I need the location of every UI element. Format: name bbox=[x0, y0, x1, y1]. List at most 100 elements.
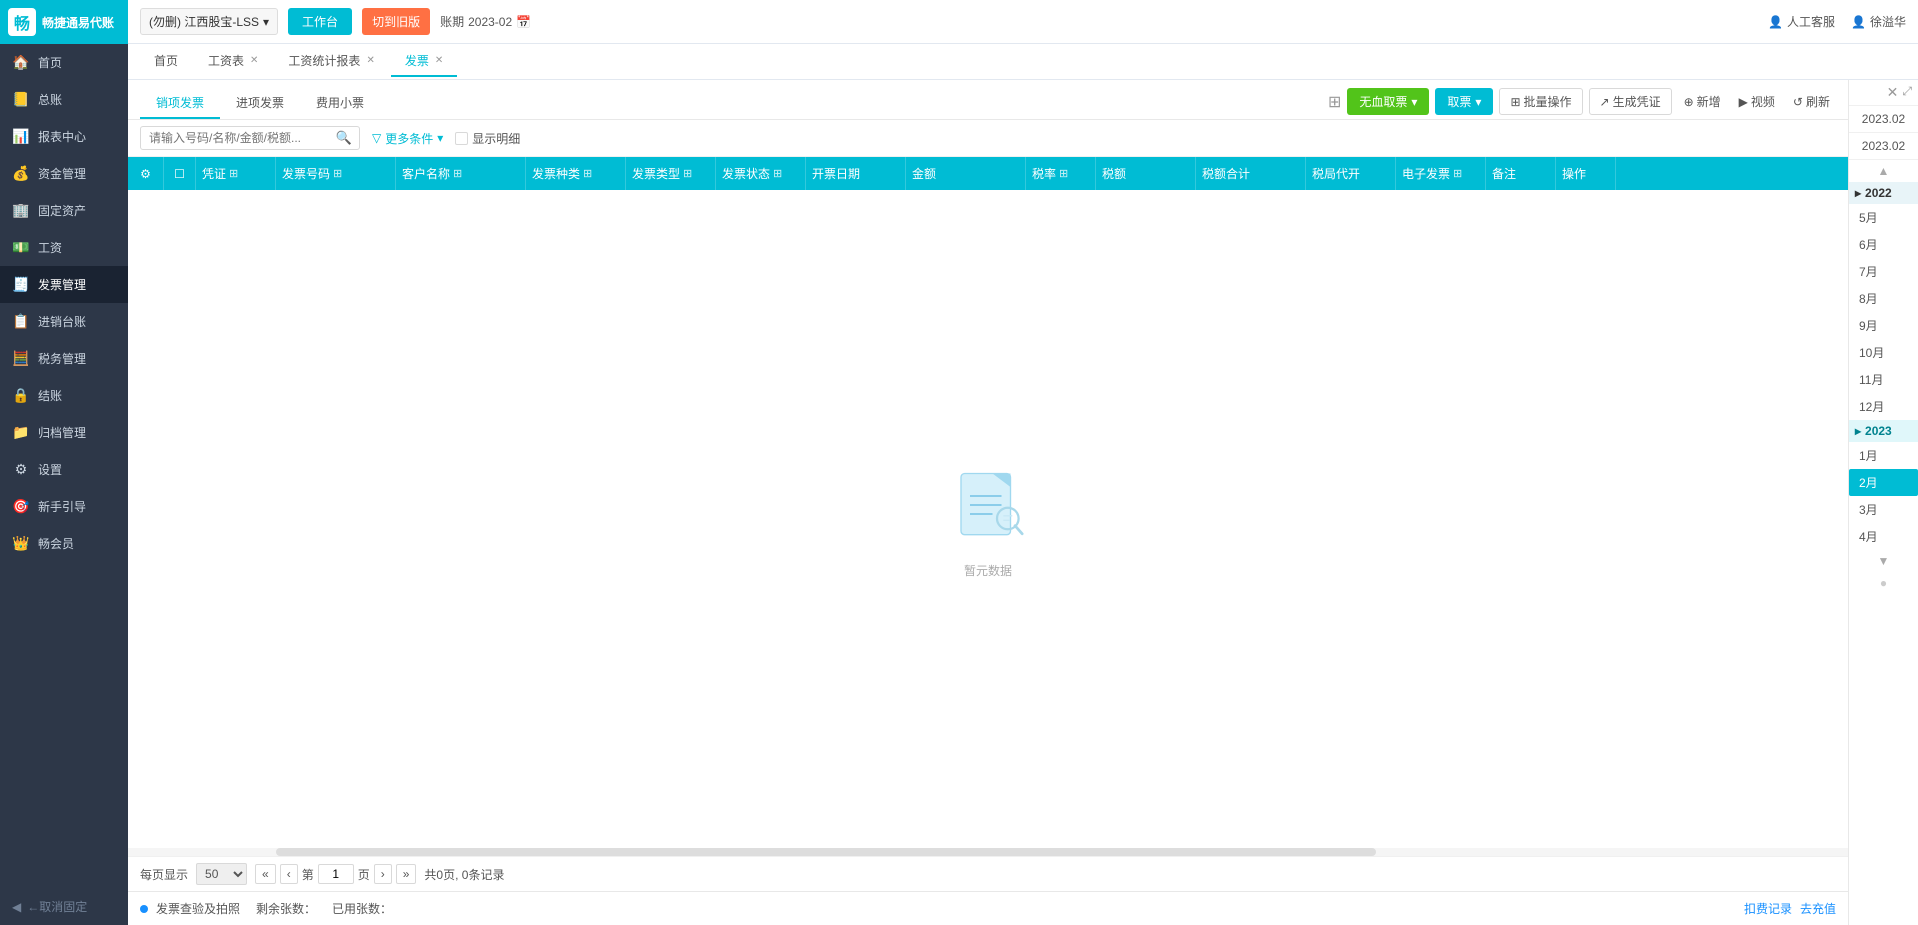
invoice-panel: 销项发票 进项发票 费用小票 ⊞ 无血取票 ▾ 取票 bbox=[128, 80, 1848, 925]
tab-close-3[interactable]: ✕ bbox=[435, 55, 443, 66]
month-2022-10月[interactable]: 10月 bbox=[1849, 339, 1918, 366]
prev-page-btn[interactable]: ‹ bbox=[280, 864, 298, 884]
date-down-btn[interactable]: ▼ bbox=[1849, 550, 1918, 572]
last-page-btn[interactable]: » bbox=[396, 864, 417, 884]
month-1[interactable]: 1月 bbox=[1849, 442, 1918, 469]
sidebar-item-工资[interactable]: 💵工资 bbox=[0, 229, 128, 266]
empty-state: 暂元数据 bbox=[128, 190, 1848, 848]
per-page-select[interactable]: 50 10 20 100 bbox=[196, 863, 247, 885]
switch-old-button[interactable]: 切到旧版 bbox=[362, 8, 430, 35]
th-tax-total[interactable]: 税额合计 bbox=[1196, 157, 1306, 190]
grid-view-icon[interactable]: ⊞ bbox=[1328, 92, 1341, 112]
th-tax-code[interactable]: 税局代开 bbox=[1306, 157, 1396, 190]
ai-service[interactable]: 👤 人工客服 bbox=[1768, 13, 1835, 30]
new-icon: ⊕ bbox=[1684, 95, 1694, 109]
month-2-active[interactable]: 2月 bbox=[1849, 469, 1918, 496]
header-right: 👤 人工客服 👤 徐溢华 bbox=[1768, 13, 1906, 30]
sidebar-label-6: 发票管理 bbox=[38, 276, 86, 293]
refresh-button[interactable]: ↺ 刷新 bbox=[1787, 89, 1836, 114]
th-check[interactable]: ☐ bbox=[164, 157, 196, 190]
th-customer[interactable]: 客户名称 ⊞ bbox=[396, 157, 526, 190]
new-button[interactable]: ⊕ 新增 bbox=[1678, 89, 1727, 114]
scrollbar-thumb[interactable] bbox=[276, 848, 1376, 856]
th-amount[interactable]: 金额 bbox=[906, 157, 1026, 190]
sidebar-item-总账[interactable]: 📒总账 bbox=[0, 81, 128, 118]
sidebar-item-报表中心[interactable]: 📊报表中心 bbox=[0, 118, 128, 155]
company-selector[interactable]: (勿删) 江西股宝-LSS ▾ bbox=[140, 8, 278, 35]
sidebar-item-结账[interactable]: 🔒结账 bbox=[0, 377, 128, 414]
sidebar-item-新手引导[interactable]: 🎯新手引导 bbox=[0, 488, 128, 525]
tab-close-2[interactable]: ✕ bbox=[366, 55, 374, 66]
sidebar-item-首页[interactable]: 🏠首页 bbox=[0, 44, 128, 81]
refresh-icon: ↺ bbox=[1793, 95, 1803, 109]
th-tax-rate[interactable]: 税率 ⊞ bbox=[1026, 157, 1096, 190]
table-footer: 每页显示 50 10 20 100 « ‹ 第 页 › » 共0页, 0条记录 bbox=[128, 856, 1848, 891]
app-name: 畅捷通易代账 bbox=[42, 14, 114, 31]
tab-工资统计报表[interactable]: 工资统计报表✕ bbox=[274, 46, 388, 77]
tab-发票[interactable]: 发票 ✕ bbox=[391, 46, 457, 77]
user-avatar[interactable]: 👤 徐溢华 bbox=[1851, 13, 1906, 30]
month-2022-7月[interactable]: 7月 bbox=[1849, 258, 1918, 285]
th-invoice-no[interactable]: 发票号码 ⊞ bbox=[276, 157, 396, 190]
th-settings[interactable]: ⚙ bbox=[128, 157, 164, 190]
sidebar-icon-13: 👑 bbox=[12, 535, 30, 552]
total-label: 共0页, 0条记录 bbox=[424, 866, 504, 883]
sidebar-pin-toggle[interactable]: ◀ ←取消固定 bbox=[0, 888, 128, 925]
sub-tab-purchase[interactable]: 进项发票 bbox=[220, 88, 300, 119]
generate-voucher-button[interactable]: ↗ 生成凭证 bbox=[1589, 88, 1672, 115]
more-filter-button[interactable]: ▽ 更多条件 ▾ bbox=[372, 130, 443, 147]
tab-首页[interactable]: 首页 bbox=[140, 46, 192, 77]
sub-tab-expense[interactable]: 费用小票 bbox=[300, 88, 380, 119]
show-detail-checkbox[interactable] bbox=[455, 132, 468, 145]
page-input[interactable] bbox=[318, 864, 354, 884]
th-voucher[interactable]: 凭证 ⊞ bbox=[196, 157, 276, 190]
sidebar-item-固定资产[interactable]: 🏢固定资产 bbox=[0, 192, 128, 229]
sidebar-item-税务管理[interactable]: 🧮税务管理 bbox=[0, 340, 128, 377]
tab-close-1[interactable]: ✕ bbox=[250, 55, 258, 66]
panel-expand-btn[interactable]: ⤢ bbox=[1902, 84, 1912, 101]
next-page-btn[interactable]: › bbox=[374, 864, 392, 884]
sidebar-item-发票管理[interactable]: 🧾 发票管理 bbox=[0, 266, 128, 303]
month-2022-8月[interactable]: 8月 bbox=[1849, 285, 1918, 312]
th-remark[interactable]: 备注 bbox=[1486, 157, 1556, 190]
sidebar-label-10: 归档管理 bbox=[38, 424, 86, 441]
th-e-invoice[interactable]: 电子发票 ⊞ bbox=[1396, 157, 1486, 190]
th-tax[interactable]: 税额 bbox=[1096, 157, 1196, 190]
batch-ops-button[interactable]: ⊞ 批量操作 bbox=[1499, 88, 1582, 115]
sidebar-item-进销台账[interactable]: 📋进销台账 bbox=[0, 303, 128, 340]
filter-dropdown-icon: ▾ bbox=[437, 131, 443, 145]
panel-close-btn[interactable]: ✕ bbox=[1887, 84, 1899, 101]
date-down-btn2[interactable]: ● bbox=[1849, 572, 1918, 594]
month-2022-6月[interactable]: 6月 bbox=[1849, 231, 1918, 258]
no-tax-button[interactable]: 无血取票 ▾ bbox=[1347, 88, 1429, 115]
sidebar-item-归档管理[interactable]: 📁归档管理 bbox=[0, 414, 128, 451]
sidebar-item-资金管理[interactable]: 💰资金管理 bbox=[0, 155, 128, 192]
add-record-link[interactable]: 扣费记录 bbox=[1744, 900, 1792, 917]
th-date[interactable]: 开票日期 bbox=[806, 157, 906, 190]
date-up-btn[interactable]: ▲ bbox=[1849, 160, 1918, 182]
first-page-btn[interactable]: « bbox=[255, 864, 276, 884]
go-recharge-link[interactable]: 去充值 bbox=[1800, 900, 1836, 917]
sidebar-item-设置[interactable]: ⚙设置 bbox=[0, 451, 128, 488]
month-2022-12月[interactable]: 12月 bbox=[1849, 393, 1918, 420]
sidebar-item-畅会员[interactable]: 👑畅会员 bbox=[0, 525, 128, 562]
month-2022-9月[interactable]: 9月 bbox=[1849, 312, 1918, 339]
tab-label-3: 发票 bbox=[405, 52, 429, 69]
sidebar-icon-6: 🧾 bbox=[12, 276, 30, 293]
month-2023-4月[interactable]: 4月 bbox=[1849, 523, 1918, 550]
month-2023-3月[interactable]: 3月 bbox=[1849, 496, 1918, 523]
th-status[interactable]: 发票状态 ⊞ bbox=[716, 157, 806, 190]
month-2022-5月[interactable]: 5月 bbox=[1849, 204, 1918, 231]
scrollbar-area[interactable] bbox=[128, 848, 1848, 856]
tab-工资表[interactable]: 工资表✕ bbox=[194, 46, 272, 77]
search-input[interactable] bbox=[140, 126, 360, 150]
video-button[interactable]: ▶ 视频 bbox=[1733, 89, 1781, 114]
workbench-button[interactable]: 工作台 bbox=[288, 8, 352, 35]
page-controls: « ‹ 第 页 › » bbox=[255, 864, 416, 884]
th-invoice-type2[interactable]: 发票类型 ⊞ bbox=[626, 157, 716, 190]
th-invoice-type[interactable]: 发票种类 ⊞ bbox=[526, 157, 626, 190]
month-2022-11月[interactable]: 11月 bbox=[1849, 366, 1918, 393]
take-ticket-button[interactable]: 取票 ▾ bbox=[1435, 88, 1493, 115]
sub-tab-sales[interactable]: 销项发票 bbox=[140, 88, 220, 119]
footer-right-links: 扣费记录 去充值 bbox=[1744, 900, 1836, 917]
